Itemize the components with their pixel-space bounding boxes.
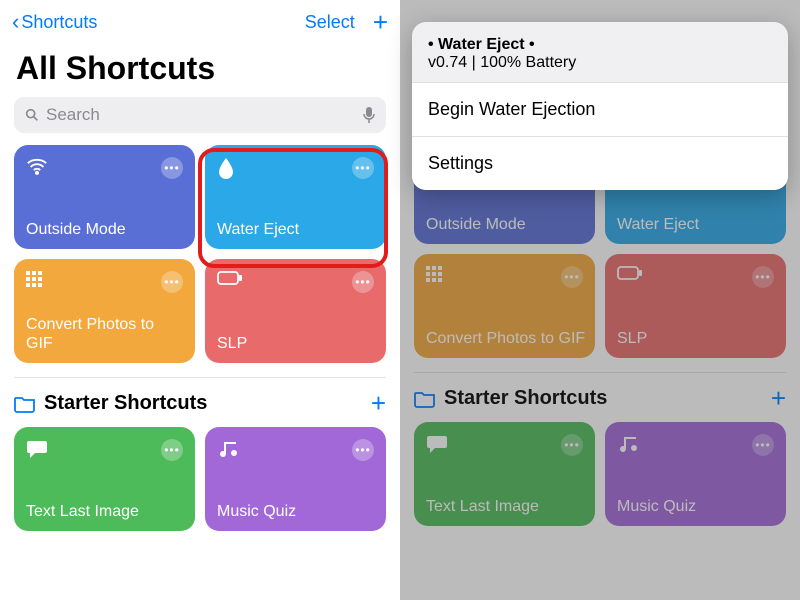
drop-icon: [217, 157, 374, 179]
tile-label: SLP: [217, 334, 247, 353]
section-add-button[interactable]: +: [371, 388, 386, 419]
sheet-row-begin[interactable]: Begin Water Ejection: [412, 83, 788, 137]
nav-back[interactable]: ‹ Shortcuts: [12, 11, 97, 33]
nav-bar: ‹ Shortcuts Select +: [0, 0, 400, 44]
tile-music-quiz[interactable]: ••• Music Quiz: [205, 427, 386, 531]
tile-more-icon[interactable]: •••: [161, 271, 183, 293]
pane-left: ‹ Shortcuts Select + All Shortcuts ••• O…: [0, 0, 400, 600]
mic-icon[interactable]: [362, 106, 376, 124]
pane-right: •••Outside Mode •••Water Eject •••Conver…: [400, 0, 800, 600]
tile-label: Water Eject: [217, 220, 299, 239]
search-input[interactable]: [46, 105, 362, 125]
nav-back-label: Shortcuts: [21, 12, 97, 33]
grid-icon: [26, 271, 183, 287]
search-icon: [24, 107, 40, 123]
battery-icon: [217, 271, 374, 285]
tile-label: Music Quiz: [217, 502, 296, 521]
tile-label: Convert Photos to GIF: [26, 315, 166, 353]
section-header-starter: Starter Shortcuts +: [0, 378, 400, 427]
sheet-row-settings[interactable]: Settings: [412, 137, 788, 190]
sheet-subtitle: v0.74 | 100% Battery: [428, 54, 772, 72]
shortcuts-grid: ••• Outside Mode ••• Water Eject ••• Con…: [0, 145, 400, 363]
tile-outside-mode[interactable]: ••• Outside Mode: [14, 145, 195, 249]
page-title: All Shortcuts: [0, 44, 400, 97]
chevron-left-icon: ‹: [12, 11, 19, 33]
sheet-header: • Water Eject • v0.74 | 100% Battery: [412, 22, 788, 83]
tile-text-last-image[interactable]: ••• Text Last Image: [14, 427, 195, 531]
tile-slp[interactable]: ••• SLP: [205, 259, 386, 363]
wifi-icon: [26, 157, 183, 175]
tile-more-icon[interactable]: •••: [352, 271, 374, 293]
tile-water-eject[interactable]: ••• Water Eject: [205, 145, 386, 249]
search-field[interactable]: [14, 97, 386, 133]
tile-more-icon[interactable]: •••: [161, 439, 183, 461]
tile-more-icon[interactable]: •••: [352, 157, 374, 179]
nav-select[interactable]: Select: [305, 12, 355, 33]
tile-convert-photos[interactable]: ••• Convert Photos to GIF: [14, 259, 195, 363]
action-sheet: • Water Eject • v0.74 | 100% Battery Beg…: [412, 22, 788, 190]
section-label: Starter Shortcuts: [44, 392, 207, 415]
starter-grid: ••• Text Last Image ••• Music Quiz: [0, 427, 400, 531]
folder-icon: [14, 395, 36, 413]
tile-label: Outside Mode: [26, 220, 126, 239]
add-shortcut-button[interactable]: +: [373, 9, 388, 35]
tile-more-icon[interactable]: •••: [161, 157, 183, 179]
tile-label: Text Last Image: [26, 502, 139, 521]
bubble-icon: [26, 439, 183, 459]
sheet-title: • Water Eject •: [428, 36, 772, 54]
music-icon: [217, 439, 374, 459]
tile-more-icon[interactable]: •••: [352, 439, 374, 461]
